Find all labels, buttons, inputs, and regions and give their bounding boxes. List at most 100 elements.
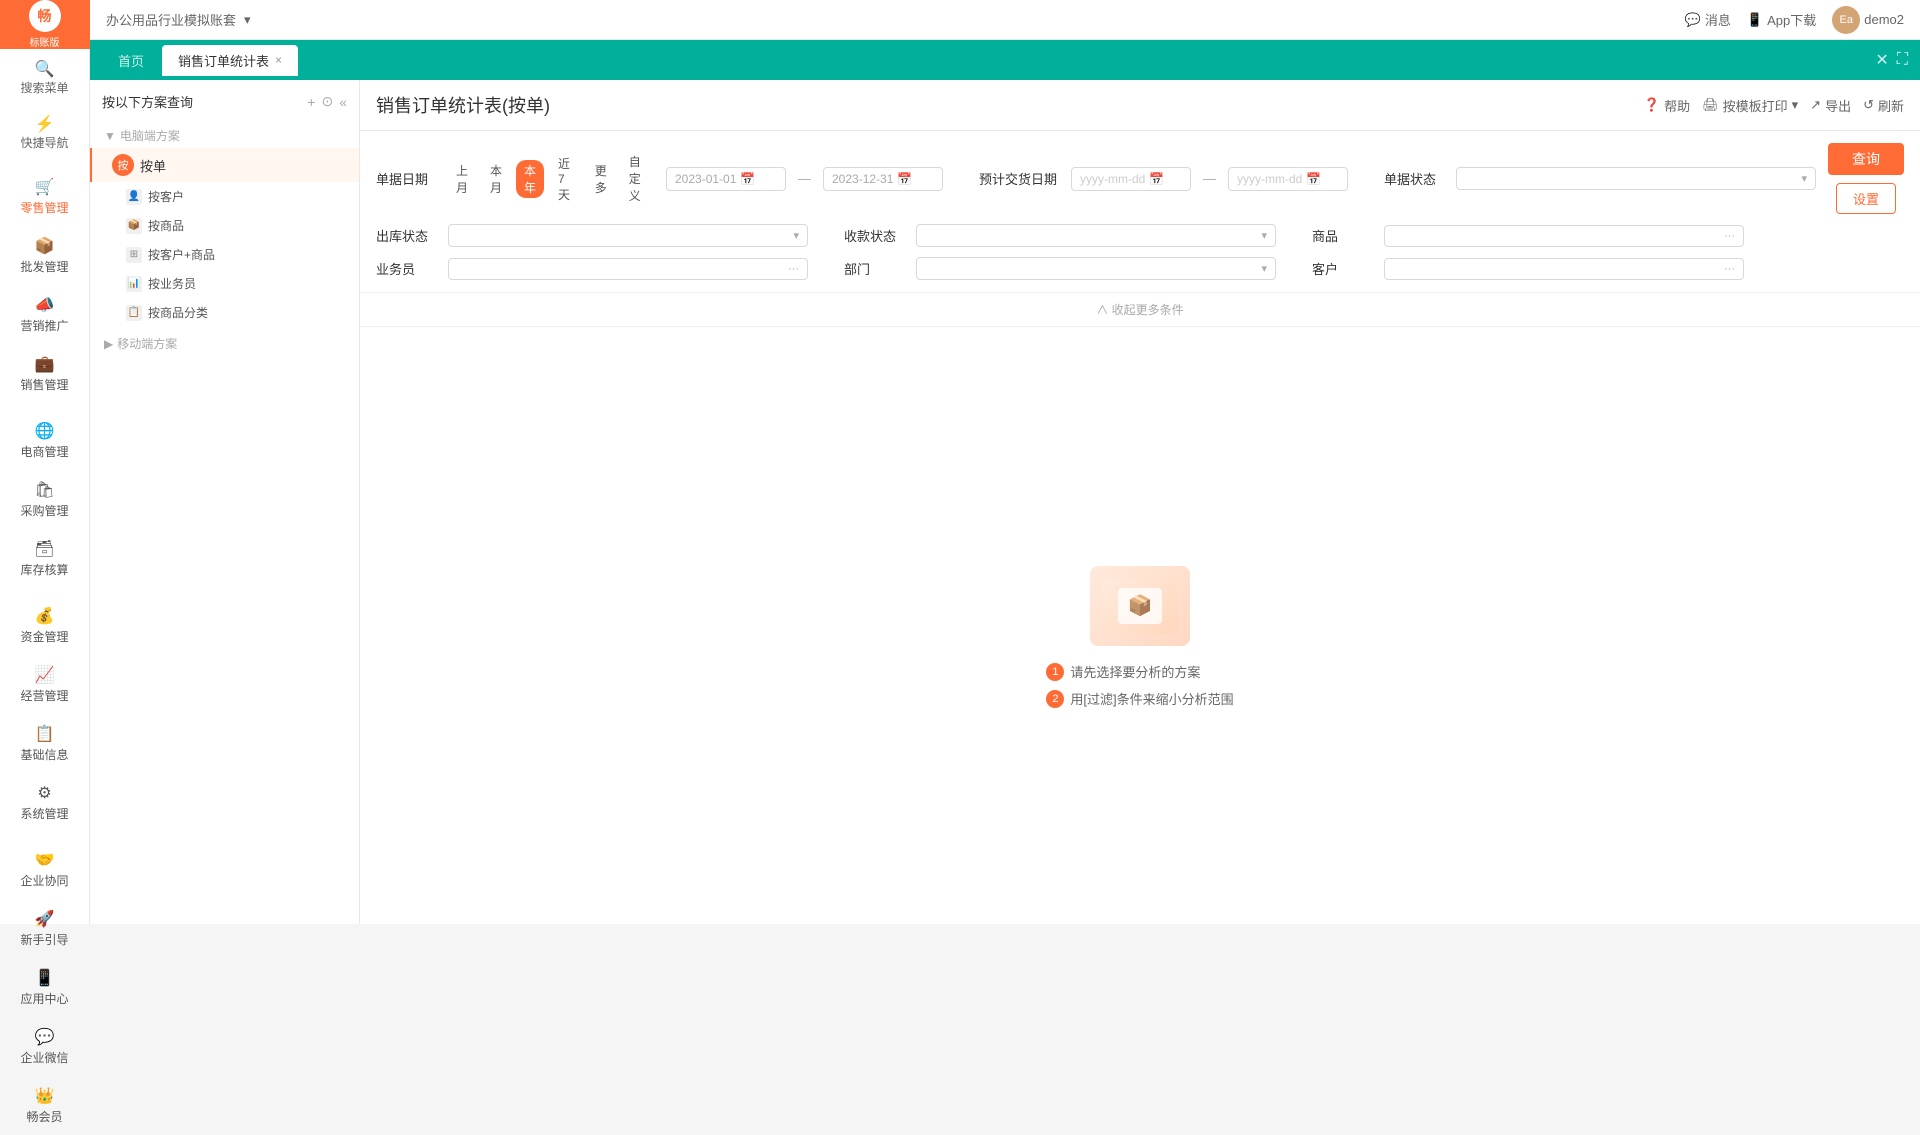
tab-home[interactable]: 首页 [102,45,160,76]
by-customer-goods-label: 按客户+商品 [148,246,215,263]
customer-select[interactable]: ··· [1384,258,1744,280]
hint-num-2: 2 [1046,690,1064,708]
sidebar-item-search[interactable]: 🔍 搜索菜单 [0,49,89,106]
hint-text-2: 用[过滤]条件来缩小分析范围 [1070,689,1233,708]
delivery-status-select[interactable]: ▾ [448,224,808,247]
collapse-up-icon: ∧ [1096,303,1108,317]
sidebar-item-enterprise[interactable]: 🤝 企业协同 [0,840,89,899]
goods-select[interactable]: ··· [1384,225,1744,247]
collapse-filter-row[interactable]: ∧ 收起更多条件 [360,293,1920,327]
tab-home-label: 首页 [118,54,144,69]
sidebar-item-system[interactable]: ⚙ 系统管理 [0,773,89,832]
shortcut-this-month[interactable]: 本月 [482,160,510,198]
onboarding-icon: 🚀 [35,909,55,929]
sidebar-item-marketing[interactable]: 📣 营销推广 [0,285,89,344]
department-arrow: ▾ [1261,262,1267,275]
plan-item-by-order[interactable]: 按 按单 [90,148,359,182]
forecast-date-from-input[interactable]: yyyy-mm-dd 📅 [1071,167,1191,191]
sidebar-item-ecommerce[interactable]: 🌐 电商管理 [0,411,89,470]
department-label: 部门 [844,259,904,278]
payment-status-select[interactable]: ▾ [916,224,1276,247]
plan-item-by-customer-goods[interactable]: ⊞ 按客户+商品 [90,240,359,269]
sidebar-item-retail[interactable]: 🛒 零售管理 [0,167,89,226]
date-to-input[interactable]: 2023-12-31 📅 [823,167,943,191]
empty-text-container: 1 请先选择要分析的方案 2 用[过滤]条件来缩小分析范围 [1046,662,1233,716]
sidebar-item-appcenter[interactable]: 📱 应用中心 [0,958,89,1017]
hint-item-1: 1 请先选择要分析的方案 [1046,662,1233,681]
by-goods-label: 按商品 [148,217,184,234]
add-plan-icon[interactable]: + [307,94,315,110]
sidebar-item-finance[interactable]: 💰 资金管理 [0,596,89,655]
help-icon: ❓ [1644,97,1660,113]
tab-maximize-icon[interactable]: ⛶ [1897,51,1908,69]
tab-bar-right: ✕ ⛶ [1875,50,1908,70]
shortcut-last-month[interactable]: 上月 [448,160,476,198]
sidebar-item-member[interactable]: 👑 畅会员 [0,1076,89,1135]
salesperson-label: 业务员 [376,259,436,278]
retail-icon: 🛒 [35,177,55,197]
tree-category-desktop[interactable]: ▼ 电脑端方案 [90,119,359,148]
sidebar-item-operations[interactable]: 📈 经营管理 [0,655,89,714]
collapse-panel-icon[interactable]: « [339,94,347,110]
search-menu-label: 搜索菜单 [0,79,89,96]
ecommerce-label: 电商管理 [20,443,68,460]
inventory-label: 库存核算 [20,561,68,578]
tab-close-window-icon[interactable]: ✕ [1875,50,1888,70]
workspace-selector[interactable]: 办公用品行业模拟账套 ▾ [106,10,251,29]
search-button[interactable]: 查询 [1828,143,1904,175]
by-salesperson-icon: 📊 [126,276,142,292]
date-from-input[interactable]: 2023-01-01 📅 [666,167,786,191]
salesperson-select[interactable]: ··· [448,258,808,280]
department-select[interactable]: ▾ [916,257,1276,280]
date-from-value: 2023-01-01 [675,172,736,186]
status-select[interactable]: ▾ [1456,167,1816,190]
payment-status-label: 收款状态 [844,226,904,245]
export-icon: ↗ [1810,97,1821,113]
settings-button[interactable]: 设置 [1836,183,1896,214]
shortcut-this-year[interactable]: 本年 [516,160,544,198]
operations-icon: 📈 [35,665,55,685]
sidebar-item-wholesale[interactable]: 📦 批发管理 [0,226,89,285]
by-category-icon: 📋 [126,305,142,321]
tab-sales-order-stats[interactable]: 销售订单统计表 × [162,45,298,76]
help-button[interactable]: ❓ 帮助 [1644,96,1690,115]
print-dropdown-arrow: ▾ [1792,97,1799,113]
tab-active-label: 销售订单统计表 [178,51,269,70]
member-icon: 👑 [35,1086,55,1106]
right-panel: 销售订单统计表(按单) ❓ 帮助 🖨 按模板打印 ▾ ↗ 导出 [360,80,1920,924]
hint-num-1: 1 [1046,663,1064,681]
sidebar-item-quicknav[interactable]: ⚡ 快捷导航 [0,106,89,159]
tab-close-icon[interactable]: × [275,53,282,67]
forecast-date-to-input[interactable]: yyyy-mm-dd 📅 [1228,167,1348,191]
payment-status-arrow: ▾ [1261,229,1267,242]
sidebar-item-basic[interactable]: 📋 基础信息 [0,714,89,773]
shortcut-more[interactable]: 更多 [587,160,615,198]
quicknav-label: 快捷导航 [0,134,89,151]
tree-category-mobile[interactable]: ▶ 移动端方案 [90,327,359,356]
refresh-button[interactable]: ↺ 刷新 [1863,96,1904,115]
by-category-label: 按商品分类 [148,304,208,321]
export-button[interactable]: ↗ 导出 [1810,96,1851,115]
calendar-icon-to: 📅 [897,172,912,186]
marketing-label: 营销推广 [20,317,68,334]
sidebar-item-sales[interactable]: 💼 销售管理 [0,344,89,403]
shortcut-custom[interactable]: 自定义 [621,151,654,206]
sidebar-item-wechat[interactable]: 💬 企业微信 [0,1017,89,1076]
shortcut-last-7-days[interactable]: 近7天 [550,153,581,205]
plan-item-by-category[interactable]: 📋 按商品分类 [90,298,359,327]
plan-item-by-salesperson[interactable]: 📊 按业务员 [90,269,359,298]
sidebar-item-onboarding[interactable]: 🚀 新手引导 [0,899,89,958]
sidebar-item-inventory[interactable]: 🗃 库存核算 [0,529,89,588]
template-print-button[interactable]: 🖨 按模板打印 ▾ [1702,96,1798,115]
message-button[interactable]: 💬 消息 [1685,10,1731,29]
plan-item-by-goods[interactable]: 📦 按商品 [90,211,359,240]
left-panel-header: 按以下方案查询 + ⊙ « [90,92,359,119]
tree-expand-icon: ▼ [104,129,116,143]
app-download-button[interactable]: 📱 App下载 [1747,10,1816,29]
plan-item-by-customer[interactable]: 👤 按客户 [90,182,359,211]
forecast-from-placeholder: yyyy-mm-dd [1080,172,1145,186]
user-profile[interactable]: Ea demo2 [1832,6,1904,34]
wechat-icon: 💬 [35,1027,55,1047]
sidebar-item-purchase[interactable]: 🛍 采购管理 [0,470,89,529]
settings-plan-icon[interactable]: ⊙ [321,93,333,110]
